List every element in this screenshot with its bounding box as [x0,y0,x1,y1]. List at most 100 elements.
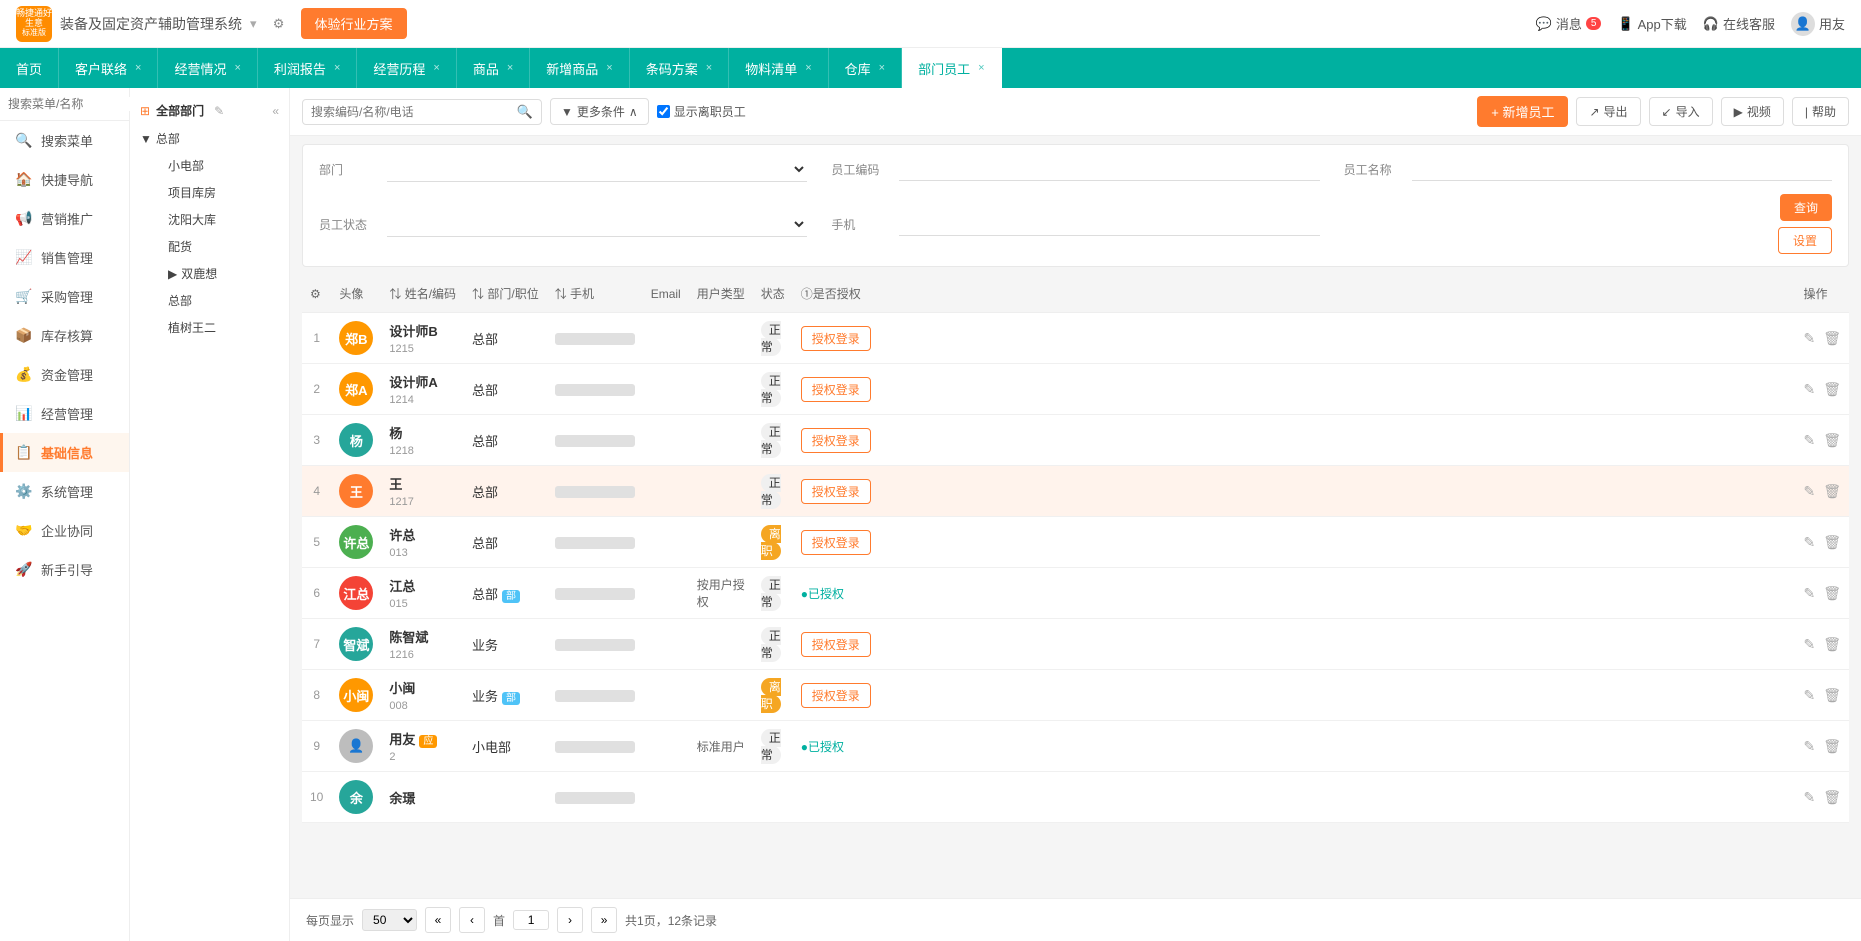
dept-node-zongbu-root[interactable]: ▼ 总部 [130,125,289,152]
auth-btn[interactable]: 授权登录 [801,326,871,351]
tab-add-goods[interactable]: 新增商品 × [530,48,629,88]
dept-node-project[interactable]: 项目库房 [152,179,289,206]
show-resigned-checkbox[interactable] [657,105,670,118]
delete-btn[interactable]: 🗑 [1823,483,1841,500]
first-page-btn[interactable]: « [425,907,451,933]
delete-btn[interactable]: 🗑 [1823,534,1841,551]
auth-btn[interactable]: 授权登录 [801,377,871,402]
tab-warehouse[interactable]: 仓库 × [829,48,902,88]
prev-page-btn[interactable]: ‹ [459,907,485,933]
help-btn[interactable]: | 帮助 [1792,97,1849,126]
dept-node-shenyang[interactable]: 沈阳大库 [152,206,289,233]
filter-btn[interactable]: ▼ 更多条件 ∧ [550,98,649,125]
sidebar-item-nav[interactable]: 🏠 快捷导航 [0,160,129,199]
tab-customer[interactable]: 客户联络 × [59,48,158,88]
edit-btn[interactable]: ✎ [1803,789,1815,806]
dept-node-shuanglu[interactable]: ▶ 双鹿想 [152,260,289,287]
close-icon[interactable]: × [805,62,811,74]
close-icon[interactable]: × [334,62,340,74]
close-icon[interactable]: × [706,62,712,74]
auth-btn[interactable]: 授权登录 [801,683,871,708]
sidebar-item-search[interactable]: 🔍 搜索菜单 [0,121,129,160]
last-page-btn[interactable]: » [591,907,617,933]
delete-btn[interactable]: 🗑 [1823,381,1841,398]
message-btn[interactable]: 💬 消息 5 [1536,14,1602,33]
delete-btn[interactable]: 🗑 [1823,789,1841,806]
trial-btn[interactable]: 体验行业方案 [301,8,407,39]
collapse-icon[interactable]: « [272,104,279,118]
delete-btn[interactable]: 🗑 [1823,585,1841,602]
tab-dept-staff[interactable]: 部门员工 × [902,48,1001,88]
auth-btn[interactable]: 授权登录 [801,479,871,504]
col-dept[interactable]: ⇅ 部门/职位 [464,275,547,313]
add-employee-btn[interactable]: + 新增员工 [1477,96,1568,127]
dept-node-zhishu[interactable]: 植树王二 [152,314,289,341]
filter-search-btn[interactable]: 查询 [1780,194,1832,221]
sidebar-item-marketing[interactable]: 📢 营销推广 [0,199,129,238]
dept-node-peihuo[interactable]: 配货 [152,233,289,260]
tab-goods[interactable]: 商品 × [457,48,530,88]
settings-icon[interactable]: ⚙ [265,10,293,38]
filter-status-select[interactable] [387,212,807,237]
filter-code-input[interactable] [899,158,1319,181]
app-download-btn[interactable]: 📱 App下载 [1617,14,1686,33]
page-input[interactable] [513,910,549,930]
search-input[interactable] [311,105,513,119]
dropdown-icon[interactable]: ▾ [250,16,257,32]
filter-phone-input[interactable] [899,213,1319,236]
tab-profit[interactable]: 利润报告 × [258,48,357,88]
next-page-btn[interactable]: › [557,907,583,933]
close-icon[interactable]: × [234,62,240,74]
sidebar-item-business[interactable]: 📊 经营管理 [0,394,129,433]
dept-node-zongbu[interactable]: 总部 [152,287,289,314]
delete-btn[interactable]: 🗑 [1823,636,1841,653]
sidebar-item-sales[interactable]: 📈 销售管理 [0,238,129,277]
delete-btn[interactable]: 🗑 [1823,330,1841,347]
edit-btn[interactable]: ✎ [1803,534,1815,551]
delete-btn[interactable]: 🗑 [1823,432,1841,449]
edit-btn[interactable]: ✎ [1803,432,1815,449]
sidebar-item-finance[interactable]: 💰 资金管理 [0,355,129,394]
user-btn[interactable]: 👤 用友 [1791,12,1845,36]
per-page-select[interactable]: 50 100 200 [362,909,417,931]
show-resigned-label[interactable]: 显示离职员工 [657,103,746,120]
filter-name-input[interactable] [1412,158,1832,181]
sidebar-item-basic[interactable]: 📋 基础信息 [0,433,129,472]
view-btn[interactable]: ▶ 视频 [1721,97,1784,126]
tab-bom[interactable]: 物料清单 × [729,48,828,88]
sidebar-item-system[interactable]: ⚙️ 系统管理 [0,472,129,511]
sidebar-item-purchase[interactable]: 🛒 采购管理 [0,277,129,316]
delete-btn[interactable]: 🗑 [1823,738,1841,755]
auth-btn[interactable]: 授权登录 [801,428,871,453]
col-settings[interactable]: ⚙ [302,275,331,313]
tab-history[interactable]: 经营历程 × [357,48,456,88]
sidebar-item-inventory[interactable]: 📦 库存核算 [0,316,129,355]
close-icon[interactable]: × [433,62,439,74]
support-btn[interactable]: 🎧 在线客服 [1703,14,1775,33]
sidebar-item-collab[interactable]: 🤝 企业协同 [0,511,129,550]
filter-dept-select[interactable] [387,157,807,182]
sidebar-item-guide[interactable]: 🚀 新手引导 [0,550,129,589]
edit-btn[interactable]: ✎ [1803,381,1815,398]
tab-barcode[interactable]: 条码方案 × [630,48,729,88]
close-icon[interactable]: × [978,62,984,74]
edit-btn[interactable]: ✎ [1803,483,1815,500]
dept-node-xiaodian[interactable]: 小电部 [152,152,289,179]
close-icon[interactable]: × [507,62,513,74]
edit-btn[interactable]: ✎ [1803,585,1815,602]
auth-btn[interactable]: 授权登录 [801,632,871,657]
edit-btn[interactable]: ✎ [1803,330,1815,347]
close-icon[interactable]: × [606,62,612,74]
edit-btn[interactable]: ✎ [1803,687,1815,704]
col-name[interactable]: ⇅ 姓名/编码 [381,275,464,313]
tab-operation[interactable]: 经营情况 × [158,48,257,88]
close-icon[interactable]: × [879,62,885,74]
filter-set-btn[interactable]: 设置 [1778,227,1832,254]
close-icon[interactable]: × [135,62,141,74]
export-btn[interactable]: ↗ 导出 [1576,97,1640,126]
edit-dept-icon[interactable]: ✎ [214,104,224,118]
edit-btn[interactable]: ✎ [1803,636,1815,653]
edit-btn[interactable]: ✎ [1803,738,1815,755]
tab-home[interactable]: 首页 [0,48,59,88]
delete-btn[interactable]: 🗑 [1823,687,1841,704]
